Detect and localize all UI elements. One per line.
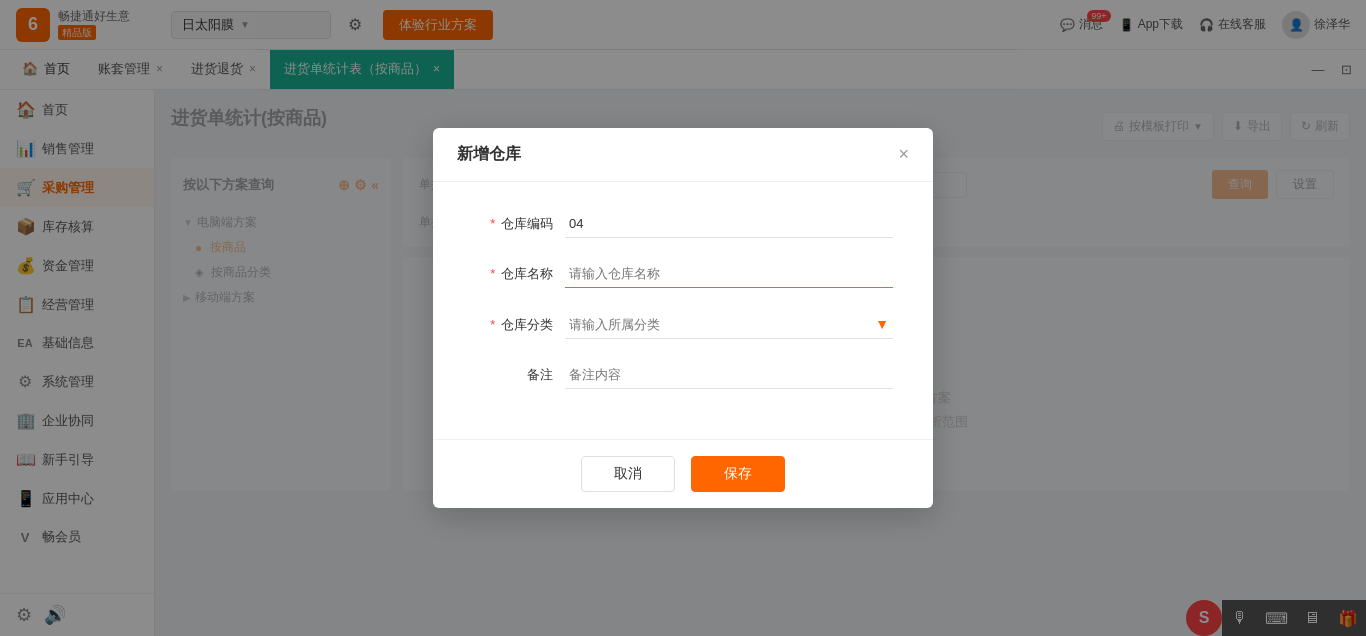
form-label-remark: 备注 [473, 366, 553, 384]
modal-overlay: 新增仓库 × * 仓库编码 * 仓库名称 [0, 0, 1366, 636]
modal-close-button[interactable]: × [898, 144, 909, 165]
form-label-code: * 仓库编码 [473, 215, 553, 233]
modal-body: * 仓库编码 * 仓库名称 * 仓库分类 [433, 182, 933, 439]
warehouse-remark-input[interactable] [565, 361, 893, 389]
category-select-input[interactable] [569, 317, 875, 332]
new-warehouse-modal: 新增仓库 × * 仓库编码 * 仓库名称 [433, 128, 933, 508]
select-arrow-icon: ▼ [875, 316, 889, 332]
warehouse-name-input[interactable] [565, 260, 893, 288]
form-row-name: * 仓库名称 [473, 260, 893, 288]
form-row-remark: 备注 [473, 361, 893, 389]
cancel-button[interactable]: 取消 [581, 456, 675, 492]
form-row-code: * 仓库编码 [473, 210, 893, 238]
form-row-category: * 仓库分类 ▼ [473, 310, 893, 339]
warehouse-category-select[interactable]: ▼ [565, 310, 893, 339]
modal-footer: 取消 保存 [433, 439, 933, 508]
form-label-category: * 仓库分类 [473, 316, 553, 334]
modal-title: 新增仓库 [457, 144, 521, 165]
modal-header: 新增仓库 × [433, 128, 933, 182]
save-button[interactable]: 保存 [691, 456, 785, 492]
form-label-name: * 仓库名称 [473, 265, 553, 283]
warehouse-code-input[interactable] [565, 210, 893, 238]
